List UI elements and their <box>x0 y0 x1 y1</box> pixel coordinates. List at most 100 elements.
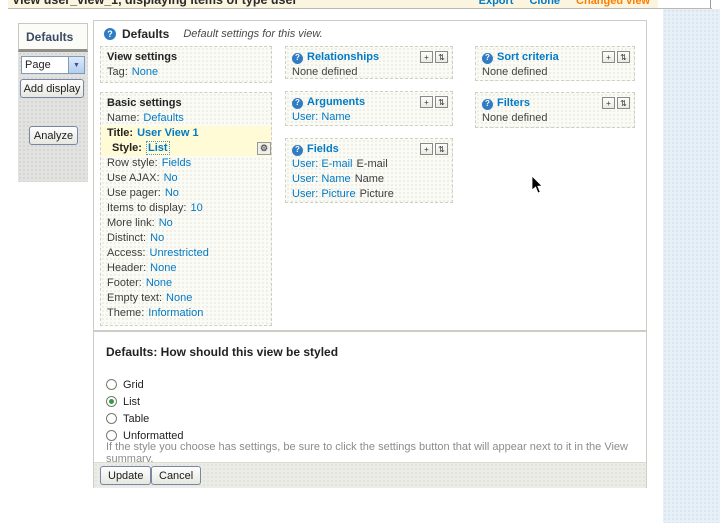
radio-label: Unformatted <box>123 430 184 442</box>
field-link[interactable]: User: E-mail <box>292 158 353 170</box>
help-icon[interactable]: ? <box>292 145 303 156</box>
section-title-link[interactable]: Filters <box>497 97 530 109</box>
help-icon[interactable]: ? <box>482 99 493 110</box>
radio-grid[interactable]: Grid <box>106 376 184 393</box>
section-title: Basic settings <box>107 96 265 111</box>
setting-row: Name:Defaults <box>107 111 265 126</box>
section-title-link[interactable]: Fields <box>307 143 339 155</box>
add-item-button[interactable]: + <box>420 96 433 108</box>
display-header: ? Defaults Default settings for this vie… <box>104 27 323 41</box>
setting-row-title-highlighted: Title:User View 1 <box>101 126 271 141</box>
rearrange-button[interactable]: ⇅ <box>435 96 448 108</box>
changed-view-link[interactable]: Changed view <box>576 0 650 7</box>
setting-value-link[interactable]: List <box>146 141 170 155</box>
export-link[interactable]: Export <box>479 0 514 7</box>
title-divider <box>8 8 712 9</box>
add-item-button[interactable]: + <box>602 51 615 63</box>
setting-row: Theme:Information <box>107 306 265 321</box>
setting-value-link[interactable]: Fields <box>162 157 191 169</box>
setting-value-link[interactable]: Information <box>148 307 203 319</box>
clone-link[interactable]: Clone <box>529 0 560 7</box>
empty-text: None defined <box>482 65 628 80</box>
setting-value-link[interactable]: None <box>166 292 192 304</box>
help-icon[interactable]: ? <box>482 53 493 64</box>
setting-value-link[interactable]: No <box>159 217 173 229</box>
display-controls-panel: Page ▼ Add display Analyze <box>18 52 88 182</box>
radio-label: Grid <box>123 379 144 391</box>
setting-row: More link:No <box>107 216 265 231</box>
display-type-select[interactable]: Page ▼ <box>21 56 85 74</box>
setting-value-link[interactable]: No <box>165 187 179 199</box>
rearrange-button[interactable]: ⇅ <box>617 97 630 109</box>
setting-row: Distinct:No <box>107 231 265 246</box>
views-edit-screen: View user_view_1, displaying items of ty… <box>0 0 720 523</box>
update-button[interactable]: Update <box>100 466 151 485</box>
help-icon[interactable]: ? <box>104 28 116 40</box>
setting-value-link[interactable]: None <box>146 277 172 289</box>
radio-icon <box>106 379 117 390</box>
rearrange-button[interactable]: ⇅ <box>435 51 448 63</box>
view-summary-box: ? Defaults Default settings for this vie… <box>93 20 647 331</box>
help-icon[interactable]: ? <box>292 53 303 64</box>
cancel-button[interactable]: Cancel <box>151 466 201 485</box>
section-fields: ?Fields +⇅ User: E-mailE-mail User: Name… <box>285 138 453 203</box>
display-type-select-value: Page <box>22 59 68 71</box>
radio-icon <box>106 396 117 407</box>
rearrange-button[interactable]: ⇅ <box>435 143 448 155</box>
empty-text: None defined <box>292 65 446 80</box>
form-button-strip: Update Cancel <box>94 462 646 488</box>
setting-row: Items to display:10 <box>107 201 265 216</box>
radio-icon <box>106 413 117 424</box>
add-item-button[interactable]: + <box>420 143 433 155</box>
add-display-button[interactable]: Add display <box>20 79 84 98</box>
argument-link[interactable]: User: Name <box>292 111 351 123</box>
setting-row: Header:None <box>107 261 265 276</box>
radio-list[interactable]: List <box>106 393 184 410</box>
section-view-settings: View settings Tag:None <box>100 46 272 83</box>
section-title-link[interactable]: Sort criteria <box>497 51 559 63</box>
field-link[interactable]: User: Name <box>292 173 351 185</box>
setting-row-style-selected: Style:List ⚙ <box>101 141 271 156</box>
section-filters: ? Filters +⇅ None defined <box>475 92 635 128</box>
field-item: User: PicturePicture <box>292 187 446 202</box>
style-settings-form: Defaults: How should this view be styled… <box>93 331 647 488</box>
display-title: Defaults <box>122 27 169 41</box>
section-title-link[interactable]: Relationships <box>307 51 379 63</box>
style-settings-button: ⚙ <box>257 142 271 155</box>
display-subtitle: Default settings for this view. <box>183 28 322 40</box>
add-item-button[interactable]: + <box>420 51 433 63</box>
setting-value-link[interactable]: Defaults <box>143 112 183 124</box>
radio-table[interactable]: Table <box>106 410 184 427</box>
view-title-bar: View user_view_1, displaying items of ty… <box>8 0 658 8</box>
field-label: Name <box>355 173 384 185</box>
setting-value-link[interactable]: None <box>150 262 176 274</box>
add-item-button[interactable]: + <box>602 97 615 109</box>
help-icon[interactable]: ? <box>292 98 303 109</box>
setting-row: Tag:None <box>107 65 265 80</box>
form-heading: Defaults: How should this view be styled <box>106 345 338 359</box>
field-link[interactable]: User: Picture <box>292 188 356 200</box>
radio-label: List <box>123 396 140 408</box>
analyze-button[interactable]: Analyze <box>29 126 78 145</box>
gear-icon[interactable]: ⚙ <box>260 141 268 156</box>
view-title: View user_view_1, displaying items of ty… <box>12 0 479 7</box>
setting-value-link[interactable]: Unrestricted <box>150 247 209 259</box>
setting-value-link[interactable]: No <box>164 172 178 184</box>
empty-text: None defined <box>482 111 628 126</box>
chevron-down-icon: ▼ <box>68 57 84 73</box>
setting-value-link[interactable]: 10 <box>190 202 202 214</box>
rearrange-button[interactable]: ⇅ <box>617 51 630 63</box>
setting-row: Use AJAX:No <box>107 171 265 186</box>
section-title-link[interactable]: Arguments <box>307 96 365 108</box>
page-right-margin <box>663 9 720 523</box>
setting-value-link[interactable]: None <box>132 66 158 78</box>
setting-value-link[interactable]: User View 1 <box>137 127 199 139</box>
setting-row: Footer:None <box>107 276 265 291</box>
setting-value-link[interactable]: No <box>150 232 164 244</box>
setting-row: Empty text:None <box>107 291 265 306</box>
tab-defaults[interactable]: Defaults <box>18 23 88 52</box>
section-relationships: ? Relationships +⇅ None defined <box>285 46 453 79</box>
section-sort-criteria: ? Sort criteria +⇅ None defined <box>475 46 635 81</box>
setting-row: Access:Unrestricted <box>107 246 265 261</box>
radio-label: Table <box>123 413 149 425</box>
